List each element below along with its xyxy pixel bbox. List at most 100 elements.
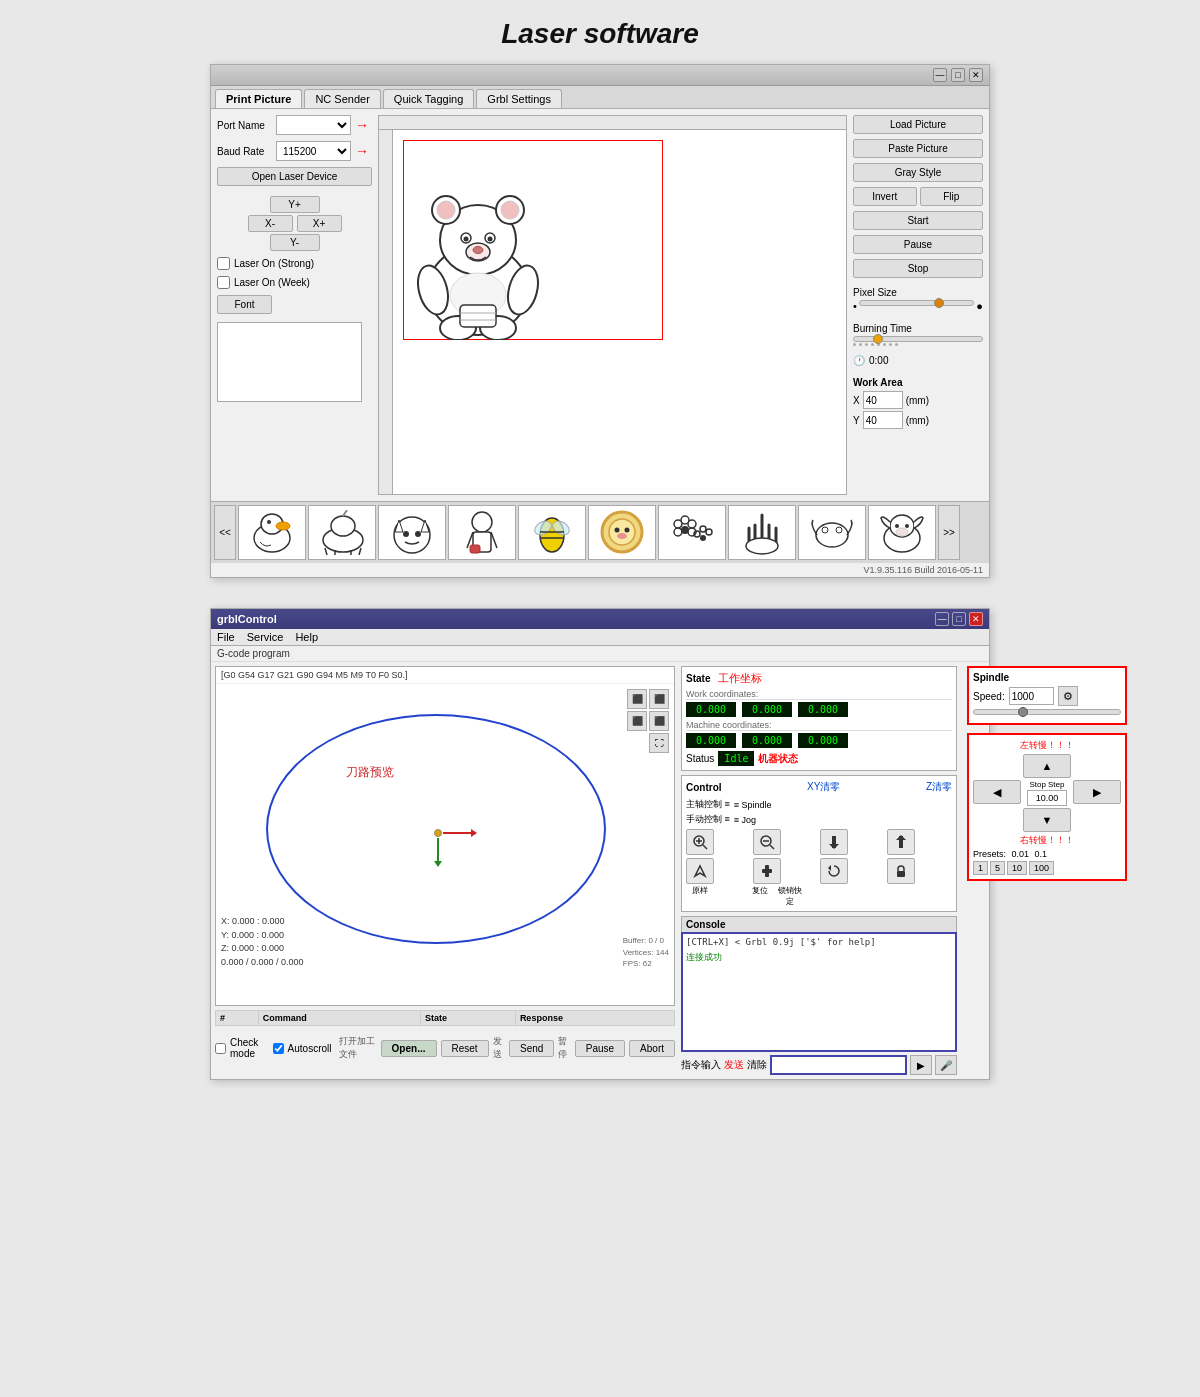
jog-right-btn[interactable]: ▶ (1073, 780, 1121, 804)
coord-z: Z: 0.000 : 0.000 (221, 942, 304, 956)
thumb-duck[interactable] (238, 505, 306, 560)
thumb-bull[interactable] (868, 505, 936, 560)
jog-left-btn[interactable]: ◀ (973, 780, 1021, 804)
thumb-cat[interactable] (378, 505, 446, 560)
label-reset: 复位 (746, 885, 774, 907)
svg-point-31 (415, 531, 421, 537)
paste-picture-btn[interactable]: Paste Picture (853, 139, 983, 158)
console-input-row: 指令输入 发送 清除 ▶ 🎤 (681, 1055, 957, 1075)
preset-btn-100[interactable]: 100 (1029, 861, 1054, 875)
z-down-btn[interactable] (820, 829, 848, 855)
open-laser-btn[interactable]: Open Laser Device (217, 167, 372, 186)
svg-point-60 (836, 527, 842, 533)
thumb-girl[interactable] (448, 505, 516, 560)
state-section: State 工作坐标 Work coordinates: 0.000 0.000… (681, 666, 957, 771)
pixel-size-slider[interactable] (859, 300, 974, 306)
reset-btn2[interactable] (820, 858, 848, 884)
svg-point-3 (437, 201, 455, 219)
svg-rect-17 (460, 305, 496, 327)
send-btn[interactable]: Send (509, 1040, 554, 1057)
grbl-close-btn[interactable]: ✕ (969, 612, 983, 626)
start-btn[interactable]: Start (853, 211, 983, 230)
grbl-titlebar: grblControl — □ ✕ (211, 609, 989, 629)
direction-pad-container: Y+ X- X+ Y- (217, 196, 372, 251)
text-area[interactable] (217, 322, 362, 402)
check-mode-checkbox[interactable] (215, 1043, 226, 1054)
svg-point-58 (816, 523, 848, 547)
zoom-out-btn[interactable] (753, 829, 781, 855)
y-plus-btn[interactable]: Y+ (270, 196, 320, 213)
lock-btn[interactable] (887, 858, 915, 884)
tab-grbl-settings[interactable]: Grbl Settings (476, 89, 562, 108)
tab-quick-tagging[interactable]: Quick Tagging (383, 89, 475, 108)
console-mic-btn[interactable]: 🎤 (935, 1055, 957, 1075)
thumb-unicorn[interactable] (308, 505, 376, 560)
svg-rect-78 (762, 869, 772, 873)
work-y-input[interactable] (863, 411, 903, 429)
console-send-btn[interactable]: ▶ (910, 1055, 932, 1075)
grbl-canvas: [G0 G54 G17 G21 G90 G94 M5 M9 T0 F0 S0.]… (215, 666, 675, 1006)
thumb-prev-btn[interactable]: << (214, 505, 236, 560)
laser-week-checkbox[interactable] (217, 276, 230, 289)
thumb-crab[interactable] (798, 505, 866, 560)
jog-presets-row: 1 5 10 100 (973, 861, 1121, 875)
laser-strong-checkbox[interactable] (217, 257, 230, 270)
spindle-speed-label: Speed: (973, 691, 1005, 702)
autoscroll-checkbox[interactable] (273, 1043, 284, 1054)
console-input-field[interactable] (770, 1055, 907, 1075)
maximize-btn[interactable]: □ (951, 68, 965, 82)
z-up-btn[interactable] (887, 829, 915, 855)
grbl-minimize-btn[interactable]: — (935, 612, 949, 626)
spindle-speed-input[interactable] (1009, 687, 1054, 705)
jog-down-btn[interactable]: ▼ (1023, 808, 1071, 832)
baud-rate-select[interactable]: 115200 (276, 141, 351, 161)
pause-btn[interactable]: Pause (853, 235, 983, 254)
invert-btn[interactable]: Invert (853, 187, 917, 206)
state-chinese-label: 工作坐标 (718, 671, 762, 686)
grbl-maximize-btn[interactable]: □ (952, 612, 966, 626)
flip-btn[interactable]: Flip (920, 187, 984, 206)
origin-dot (434, 829, 442, 837)
work-x-row: X (mm) (853, 391, 983, 409)
work-x-input[interactable] (863, 391, 903, 409)
thumb-flowers[interactable] (658, 505, 726, 560)
abort-btn[interactable]: Abort (629, 1040, 675, 1057)
burning-time-slider[interactable] (853, 336, 983, 342)
minimize-btn[interactable]: — (933, 68, 947, 82)
return-origin-btn[interactable] (686, 858, 714, 884)
spindle-jog-labels: 主轴控制 ≡ ≡ Spindle (686, 798, 952, 811)
grbl-bottom-controls: Check mode Autoscroll 打开加工文件 Open... Res… (215, 1035, 675, 1061)
preset-btn-1[interactable]: 1 (973, 861, 988, 875)
control-header: Control XY清零 Z清零 (686, 780, 952, 794)
menu-file[interactable]: File (217, 631, 235, 643)
thumb-next-btn[interactable]: >> (938, 505, 960, 560)
tab-print-picture[interactable]: Print Picture (215, 89, 302, 108)
load-picture-btn[interactable]: Load Picture (853, 115, 983, 134)
jog-up-btn[interactable]: ▲ (1023, 754, 1071, 778)
open-btn[interactable]: Open... (381, 1040, 437, 1057)
x-plus-btn[interactable]: X+ (297, 215, 342, 232)
close-btn[interactable]: ✕ (969, 68, 983, 82)
spindle-slider[interactable] (973, 709, 1121, 715)
thumb-bee[interactable] (518, 505, 586, 560)
spindle-gear-btn[interactable]: ⚙ (1058, 686, 1078, 706)
jog-step-input[interactable] (1027, 790, 1067, 806)
reset-btn[interactable]: Reset (441, 1040, 489, 1057)
x-minus-btn[interactable]: X- (248, 215, 293, 232)
font-btn[interactable]: Font (217, 295, 272, 314)
pause-btn2[interactable]: Pause (575, 1040, 625, 1057)
menu-help[interactable]: Help (295, 631, 318, 643)
y-minus-btn[interactable]: Y- (270, 234, 320, 251)
menu-service[interactable]: Service (247, 631, 284, 643)
preset-btn-10[interactable]: 10 (1007, 861, 1027, 875)
tab-nc-sender[interactable]: NC Sender (304, 89, 380, 108)
gray-style-btn[interactable]: Gray Style (853, 163, 983, 182)
port-name-select[interactable] (276, 115, 351, 135)
thumb-hand[interactable] (728, 505, 796, 560)
thumb-lion[interactable] (588, 505, 656, 560)
tool-btn[interactable] (753, 858, 781, 884)
preset-btn-5[interactable]: 5 (990, 861, 1005, 875)
col-command: Command (258, 1011, 420, 1026)
stop-btn[interactable]: Stop (853, 259, 983, 278)
zoom-in-btn[interactable] (686, 829, 714, 855)
